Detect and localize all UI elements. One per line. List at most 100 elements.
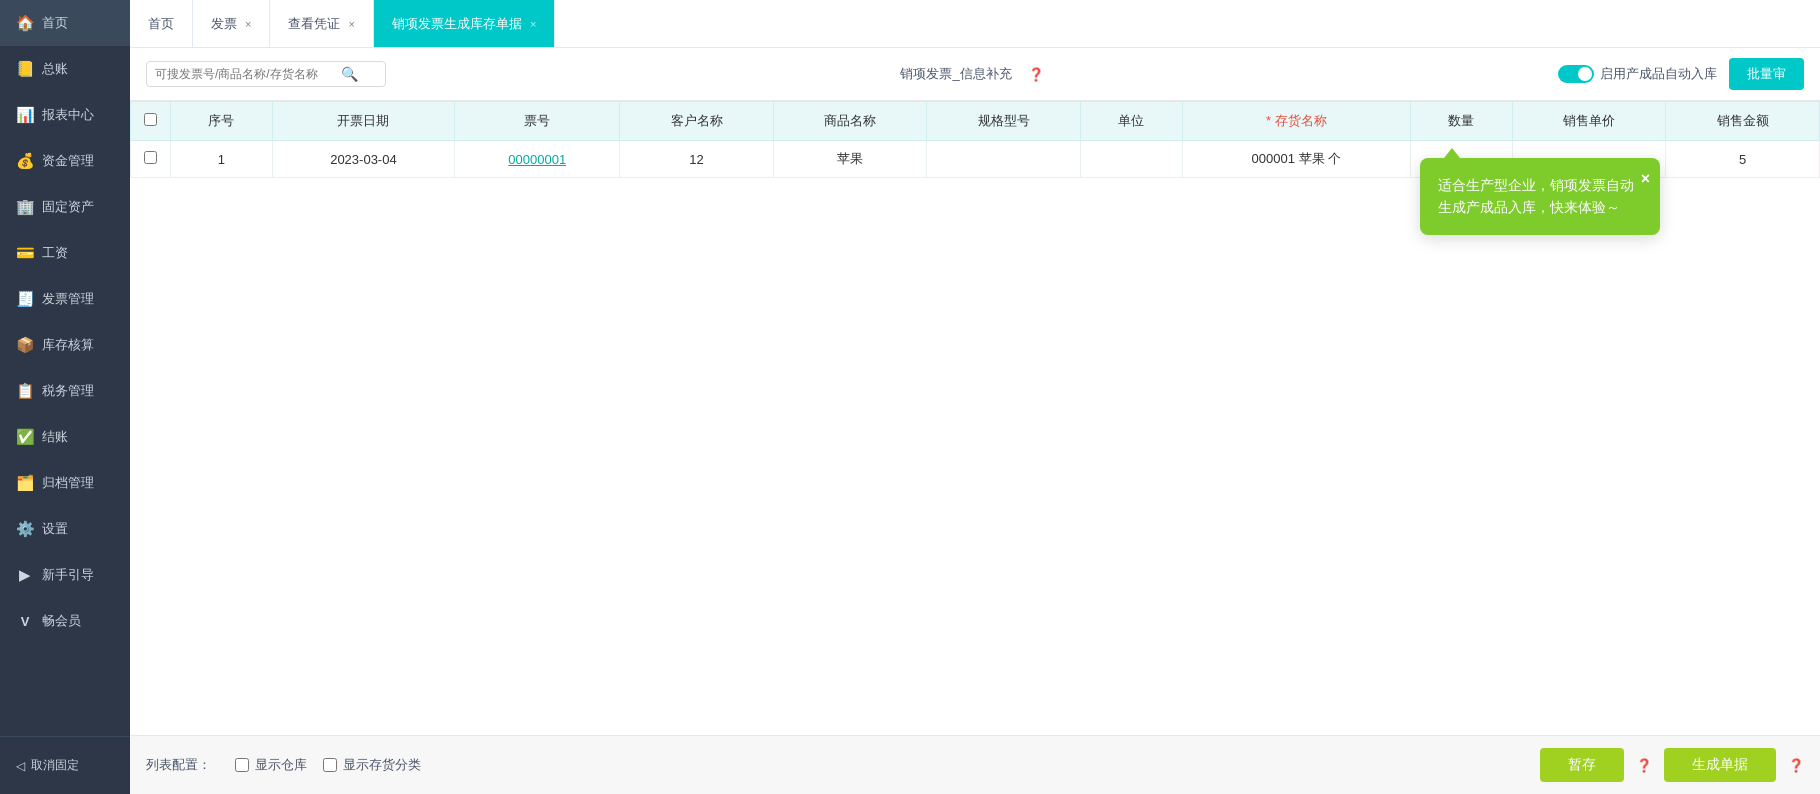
table-header-unit: 单位	[1080, 102, 1182, 141]
table-header-price: 销售单价	[1512, 102, 1666, 141]
close-accounts-icon: ✅	[16, 428, 34, 446]
tax-icon: 📋	[16, 382, 34, 400]
row-checkbox-cell	[131, 141, 171, 178]
toggle-track[interactable]	[1558, 65, 1594, 83]
list-config-label: 列表配置：	[146, 756, 211, 774]
save-button[interactable]: 暂存	[1540, 748, 1624, 782]
member-icon: V	[16, 614, 34, 629]
tab-voucher-label: 查看凭证	[288, 15, 340, 33]
show-category-checkbox-label[interactable]: 显示存货分类	[323, 756, 421, 774]
home-icon: 🏠	[16, 14, 34, 32]
sidebar-item-ledger[interactable]: 📒 总账	[0, 46, 130, 92]
sidebar-item-funds[interactable]: 💰 资金管理	[0, 138, 130, 184]
sidebar-item-label: 新手引导	[42, 566, 94, 584]
settings-icon: ⚙️	[16, 520, 34, 538]
pin-row[interactable]: ◁ 取消固定	[0, 747, 130, 784]
archive-icon: 🗂️	[16, 474, 34, 492]
sidebar-item-close[interactable]: ✅ 结账	[0, 414, 130, 460]
row-date: 2023-03-04	[272, 141, 454, 178]
tab-generate-stock-close-icon[interactable]: ×	[530, 18, 536, 30]
table-header-goods: 商品名称	[773, 102, 927, 141]
main-area: 首页 发票 × 查看凭证 × 销项发票生成库存单据 × 🔍 销项发票_信息补充	[130, 0, 1820, 794]
sidebar: 🏠 首页 📒 总账 📊 报表中心 💰 资金管理 🏢 固定资产 💳 工资 🧾 发票…	[0, 0, 130, 794]
table-header-spec: 规格型号	[927, 102, 1081, 141]
toolbar: 🔍 销项发票_信息补充 ❓ 启用产成品自动入库 批量审	[130, 48, 1820, 101]
sidebar-item-label: 报表中心	[42, 106, 94, 124]
sidebar-item-label: 归档管理	[42, 474, 94, 492]
guide-icon: ▶	[16, 566, 34, 584]
sidebar-item-guide[interactable]: ▶ 新手引导	[0, 552, 130, 598]
toggle-label: 启用产成品自动入库	[1600, 65, 1717, 83]
sidebar-item-label: 固定资产	[42, 198, 94, 216]
bottom-actions: 暂存 ❓ 生成单据 ❓	[1540, 748, 1804, 782]
search-input[interactable]	[155, 67, 335, 81]
sidebar-item-label: 结账	[42, 428, 68, 446]
tab-home-label: 首页	[148, 15, 174, 33]
select-all-checkbox[interactable]	[144, 113, 157, 126]
generate-button[interactable]: 生成单据	[1664, 748, 1776, 782]
tooltip-text: 适合生产型企业，销项发票自动生成产成品入库，快来体验～	[1438, 177, 1634, 215]
sidebar-item-label: 总账	[42, 60, 68, 78]
row-unit	[1080, 141, 1182, 178]
sidebar-item-label: 库存核算	[42, 336, 94, 354]
sidebar-item-reports[interactable]: 📊 报表中心	[0, 92, 130, 138]
sidebar-item-invoices[interactable]: 🧾 发票管理	[0, 276, 130, 322]
row-seq: 1	[171, 141, 273, 178]
search-box[interactable]: 🔍	[146, 61, 386, 87]
sidebar-item-archive[interactable]: 🗂️ 归档管理	[0, 460, 130, 506]
sidebar-item-label: 畅会员	[42, 612, 81, 630]
sidebar-item-inventory[interactable]: 📦 库存核算	[0, 322, 130, 368]
row-ticket[interactable]: 00000001	[455, 141, 620, 178]
row-goods: 苹果	[773, 141, 927, 178]
sidebar-item-assets[interactable]: 🏢 固定资产	[0, 184, 130, 230]
row-customer: 12	[620, 141, 774, 178]
table-header-customer: 客户名称	[620, 102, 774, 141]
table-header-checkbox	[131, 102, 171, 141]
table-header-amount: 销售金额	[1666, 102, 1820, 141]
tab-voucher[interactable]: 查看凭证 ×	[270, 0, 373, 47]
sidebar-item-home[interactable]: 🏠 首页	[0, 0, 130, 46]
generate-help-icon[interactable]: ❓	[1788, 758, 1804, 773]
sidebar-item-label: 资金管理	[42, 152, 94, 170]
sidebar-item-label: 工资	[42, 244, 68, 262]
search-icon[interactable]: 🔍	[341, 66, 358, 82]
sidebar-bottom: ◁ 取消固定	[0, 736, 130, 794]
funds-icon: 💰	[16, 152, 34, 170]
tab-bar: 首页 发票 × 查看凭证 × 销项发票生成库存单据 ×	[130, 0, 1820, 48]
sidebar-item-tax[interactable]: 📋 税务管理	[0, 368, 130, 414]
ledger-icon: 📒	[16, 60, 34, 78]
toolbar-right: 启用产成品自动入库 批量审	[1558, 58, 1804, 90]
save-help-icon[interactable]: ❓	[1636, 758, 1652, 773]
table-header-inventory: * 存货名称	[1182, 102, 1411, 141]
sidebar-item-label: 发票管理	[42, 290, 94, 308]
toggle-thumb	[1578, 67, 1592, 81]
help-icon[interactable]: ❓	[1028, 67, 1044, 82]
tab-invoice-close-icon[interactable]: ×	[245, 18, 251, 30]
sidebar-item-salary[interactable]: 💳 工资	[0, 230, 130, 276]
tab-generate-stock[interactable]: 销项发票生成库存单据 ×	[374, 0, 555, 47]
show-warehouse-label: 显示仓库	[255, 756, 307, 774]
tab-home[interactable]: 首页	[130, 0, 193, 47]
bottom-bar: 列表配置： 显示仓库 显示存货分类 暂存 ❓ 生成单据 ❓	[130, 735, 1820, 794]
show-category-checkbox[interactable]	[323, 758, 337, 772]
tooltip-popup: × 适合生产型企业，销项发票自动生成产成品入库，快来体验～	[1420, 158, 1660, 235]
tab-voucher-close-icon[interactable]: ×	[348, 18, 354, 30]
tab-invoice[interactable]: 发票 ×	[193, 0, 270, 47]
info-label: 销项发票_信息补充	[900, 65, 1011, 83]
tooltip-close-icon[interactable]: ×	[1641, 166, 1650, 192]
table-header-date: 开票日期	[272, 102, 454, 141]
row-inventory: 000001 苹果 个	[1182, 141, 1411, 178]
show-warehouse-checkbox[interactable]	[235, 758, 249, 772]
tab-generate-stock-label: 销项发票生成库存单据	[392, 15, 522, 33]
sidebar-item-label: 设置	[42, 520, 68, 538]
row-checkbox[interactable]	[144, 151, 157, 164]
show-warehouse-checkbox-label[interactable]: 显示仓库	[235, 756, 307, 774]
batch-button[interactable]: 批量审	[1729, 58, 1804, 90]
sidebar-item-settings[interactable]: ⚙️ 设置	[0, 506, 130, 552]
invoices-icon: 🧾	[16, 290, 34, 308]
toggle-switch[interactable]: 启用产成品自动入库	[1558, 65, 1717, 83]
salary-icon: 💳	[16, 244, 34, 262]
row-amount: 5	[1666, 141, 1820, 178]
sidebar-item-member[interactable]: V 畅会员	[0, 598, 130, 644]
toolbar-left: 🔍	[146, 61, 386, 87]
